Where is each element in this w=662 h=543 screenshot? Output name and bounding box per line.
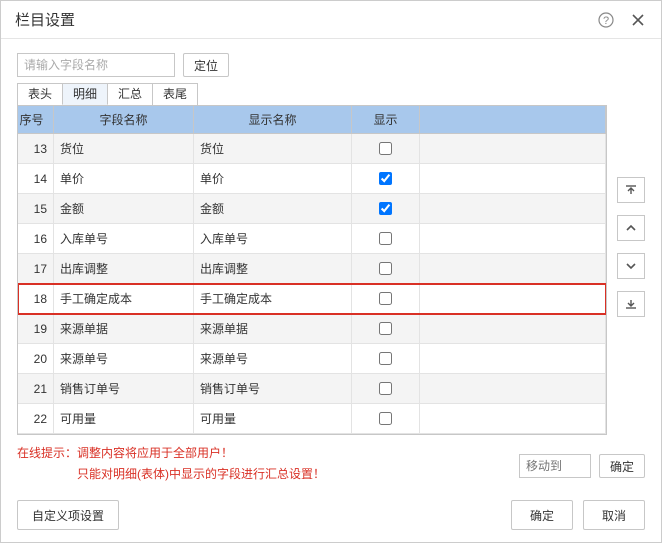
cell-show (352, 374, 420, 403)
cell-field: 来源单据 (54, 314, 194, 343)
show-checkbox[interactable] (379, 352, 392, 365)
show-checkbox[interactable] (379, 202, 392, 215)
cell-field: 入库单号 (54, 224, 194, 253)
move-down-button[interactable] (617, 253, 645, 279)
cell-index: 21 (18, 374, 54, 403)
cell-index: 20 (18, 344, 54, 373)
cell-display: 销售订单号 (194, 374, 352, 403)
close-icon[interactable] (629, 11, 647, 29)
show-checkbox[interactable] (379, 292, 392, 305)
cell-display: 来源单据 (194, 314, 352, 343)
cell-show (352, 224, 420, 253)
cell-show (352, 314, 420, 343)
cell-display: 手工确定成本 (194, 284, 352, 313)
cell-display: 单价 (194, 164, 352, 193)
table-row[interactable]: 14单价单价 (18, 164, 606, 194)
cell-display: 来源单号 (194, 344, 352, 373)
table-row[interactable]: 16入库单号入库单号 (18, 224, 606, 254)
reorder-buttons (617, 105, 645, 435)
col-display: 显示名称 (194, 106, 352, 133)
cell-show (352, 164, 420, 193)
table-row[interactable]: 21销售订单号销售订单号 (18, 374, 606, 404)
tab-summary[interactable]: 汇总 (107, 83, 153, 105)
table-row[interactable]: 19来源单据来源单据 (18, 314, 606, 344)
table-row[interactable]: 15金额金额 (18, 194, 606, 224)
cell-field: 出库调整 (54, 254, 194, 283)
show-checkbox[interactable] (379, 232, 392, 245)
cell-index: 22 (18, 404, 54, 433)
cell-display: 入库单号 (194, 224, 352, 253)
show-checkbox[interactable] (379, 412, 392, 425)
table-row[interactable]: 17出库调整出库调整 (18, 254, 606, 284)
custom-items-button[interactable]: 自定义项设置 (17, 500, 119, 530)
cell-field: 来源单号 (54, 344, 194, 373)
cell-index: 16 (18, 224, 54, 253)
cell-field: 货位 (54, 134, 194, 163)
show-checkbox[interactable] (379, 262, 392, 275)
table-row[interactable]: 22可用量可用量 (18, 404, 606, 434)
search-input[interactable] (17, 53, 175, 77)
locate-button[interactable]: 定位 (183, 53, 229, 77)
cell-show (352, 404, 420, 433)
cell-field: 单价 (54, 164, 194, 193)
show-checkbox[interactable] (379, 172, 392, 185)
show-checkbox[interactable] (379, 142, 392, 155)
cell-field: 可用量 (54, 404, 194, 433)
cell-show (352, 344, 420, 373)
tab-tail[interactable]: 表尾 (152, 83, 198, 105)
cell-display: 出库调整 (194, 254, 352, 283)
titlebar: 栏目设置 ? (1, 1, 661, 39)
column-settings-dialog: 栏目设置 ? 定位 表头 明细 汇总 表尾 序号 字段名称 (0, 0, 662, 543)
cell-show (352, 254, 420, 283)
moveto-ok-button[interactable]: 确定 (599, 454, 645, 478)
ok-button[interactable]: 确定 (511, 500, 573, 530)
cell-index: 17 (18, 254, 54, 283)
grid-body[interactable]: 13货位货位14单价单价15金额金额16入库单号入库单号17出库调整出库调整18… (18, 134, 606, 434)
col-show: 显示 (352, 106, 420, 133)
move-bottom-button[interactable] (617, 291, 645, 317)
cell-index: 18 (18, 284, 54, 313)
show-checkbox[interactable] (379, 382, 392, 395)
table-row[interactable]: 18手工确定成本手工确定成本 (18, 284, 606, 314)
move-up-button[interactable] (617, 215, 645, 241)
cell-show (352, 284, 420, 313)
col-field: 字段名称 (54, 106, 194, 133)
grid: 序号 字段名称 显示名称 显示 13货位货位14单价单价15金额金额16入库单号… (17, 105, 607, 435)
cell-index: 19 (18, 314, 54, 343)
dialog-title: 栏目设置 (15, 9, 75, 30)
cancel-button[interactable]: 取消 (583, 500, 645, 530)
cell-field: 金额 (54, 194, 194, 223)
moveto-input[interactable] (519, 454, 591, 478)
cell-index: 14 (18, 164, 54, 193)
cell-field: 手工确定成本 (54, 284, 194, 313)
cell-display: 金额 (194, 194, 352, 223)
tabs: 表头 明细 汇总 表尾 (17, 83, 645, 105)
cell-field: 销售订单号 (54, 374, 194, 403)
svg-text:?: ? (603, 15, 609, 27)
move-top-button[interactable] (617, 177, 645, 203)
col-index: 序号 (18, 106, 54, 133)
footer: 自定义项设置 确定 取消 (1, 488, 661, 542)
cell-show (352, 134, 420, 163)
table-row[interactable]: 13货位货位 (18, 134, 606, 164)
tab-head[interactable]: 表头 (17, 83, 63, 105)
cell-index: 15 (18, 194, 54, 223)
show-checkbox[interactable] (379, 322, 392, 335)
cell-index: 13 (18, 134, 54, 163)
table-row[interactable]: 20来源单号来源单号 (18, 344, 606, 374)
help-icon[interactable]: ? (597, 11, 615, 29)
cell-show (352, 194, 420, 223)
grid-header: 序号 字段名称 显示名称 显示 (18, 106, 606, 134)
cell-display: 可用量 (194, 404, 352, 433)
tab-detail[interactable]: 明细 (62, 83, 108, 105)
cell-display: 货位 (194, 134, 352, 163)
